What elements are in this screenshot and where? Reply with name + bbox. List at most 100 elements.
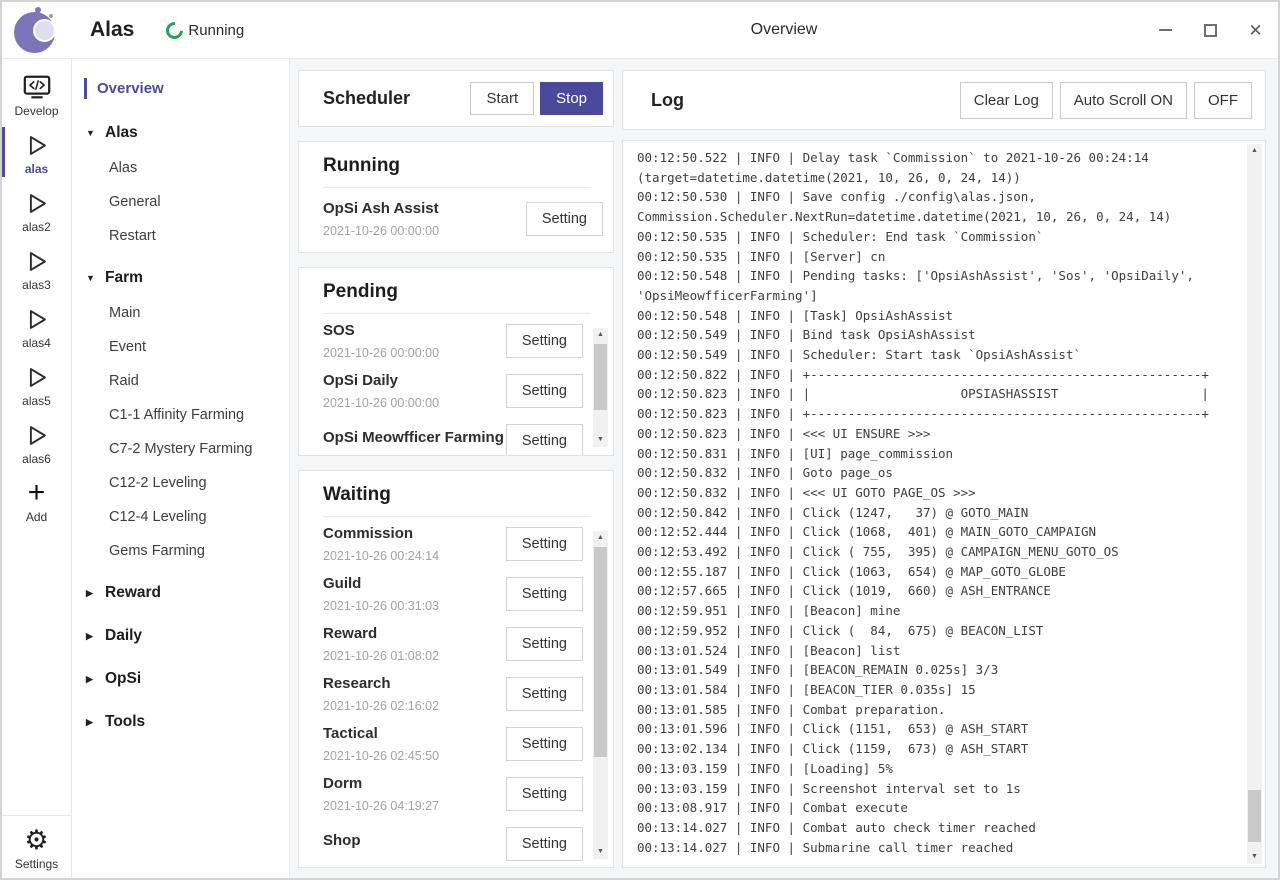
auto-scroll-on-button[interactable]: Auto Scroll ON <box>1060 82 1187 119</box>
log-line: 00:12:50.832 | INFO | Goto page_os <box>637 463 1239 483</box>
scrollbar[interactable]: ▲ ▼ <box>593 531 608 859</box>
nav-item-c12-2-leveling[interactable]: C12-2 Leveling <box>109 475 289 491</box>
waiting-panel: Waiting Commission2021-10-26 00:24:14Set… <box>298 470 614 868</box>
scroll-down-icon[interactable]: ▼ <box>593 433 608 447</box>
nav-item-gems-farming[interactable]: Gems Farming <box>109 543 289 559</box>
log-line: 00:12:50.823 | INFO | <<< UI ENSURE >>> <box>637 424 1239 444</box>
window-controls: ✕ <box>1143 2 1278 58</box>
nav-item-alas[interactable]: Alas <box>109 160 289 176</box>
maximize-button[interactable] <box>1188 2 1233 58</box>
task-name: SOS <box>323 322 439 341</box>
sidebar-item-label: Add <box>26 510 47 524</box>
scrollbar[interactable]: ▲ ▼ <box>593 328 608 447</box>
nav-group-alas[interactable]: ▼Alas <box>86 124 289 142</box>
nav-item-raid[interactable]: Raid <box>109 373 289 389</box>
scrollbar-track[interactable] <box>1247 158 1262 850</box>
log-line: 00:12:52.444 | INFO | Click (1068, 401) … <box>637 522 1239 542</box>
start-button[interactable]: Start <box>470 82 534 115</box>
setting-button[interactable]: Setting <box>506 777 583 811</box>
setting-button[interactable]: Setting <box>506 827 583 861</box>
nav-group-tools[interactable]: ▶Tools <box>86 713 289 731</box>
log-line: 00:12:50.548 | INFO | Pending tasks: ['O… <box>637 266 1239 305</box>
stop-button[interactable]: Stop <box>540 82 603 115</box>
nav-item-main[interactable]: Main <box>109 305 289 321</box>
scroll-up-icon[interactable]: ▲ <box>593 531 608 545</box>
scrollbar-track[interactable] <box>593 545 608 845</box>
chevron-down-icon: ▼ <box>86 128 96 138</box>
sidebar-item-label: alas6 <box>22 452 51 466</box>
task-row: Research2021-10-26 02:16:02Setting <box>323 669 583 719</box>
scroll-up-icon[interactable]: ▲ <box>593 328 608 342</box>
nav-group-label: Tools <box>105 713 145 731</box>
task-next-run-time: 2021-10-26 00:24:14 <box>323 549 439 563</box>
pending-title: Pending <box>323 281 591 314</box>
log-line: 00:13:03.159 | INFO | Screenshot interva… <box>637 779 1239 799</box>
setting-button[interactable]: Setting <box>506 627 583 661</box>
setting-button[interactable]: Setting <box>506 677 583 711</box>
log-line: 00:12:50.535 | INFO | [Server] cn <box>637 247 1239 267</box>
setting-button[interactable]: Setting <box>506 527 583 561</box>
task-name: OpSi Ash Assist <box>323 200 439 219</box>
scrollbar-track[interactable] <box>593 342 608 433</box>
nav-item-event[interactable]: Event <box>109 339 289 355</box>
sidebar-instance-alas3[interactable]: alas3 <box>2 239 71 297</box>
log-line: 00:12:57.665 | INFO | Click (1019, 660) … <box>637 581 1239 601</box>
nav-groups: ▼Alas Alas General Restart ▼Farm Main Event Rai… <box>72 124 289 731</box>
nav-item-overview[interactable]: Overview <box>84 78 289 99</box>
sidebar-item-label: Settings <box>15 857 58 871</box>
add-instance-button[interactable]: + Add <box>2 471 71 529</box>
log-panel: 00:12:50.522 | INFO | Delay task `Commis… <box>622 140 1266 868</box>
sidebar-instance-alas5[interactable]: alas5 <box>2 355 71 413</box>
nav-item-c7-2-mystery-farming[interactable]: C7-2 Mystery Farming <box>109 441 289 457</box>
maximize-icon <box>1204 24 1217 37</box>
titlebar: Alas Running Overview ✕ <box>2 2 1278 59</box>
nav-group-farm[interactable]: ▼Farm <box>86 269 289 287</box>
pending-task-list: SOS2021-10-26 00:00:00SettingOpSi Daily2… <box>323 314 583 455</box>
setting-button[interactable]: Setting <box>506 324 583 358</box>
nav-group-opsi[interactable]: ▶OpSi <box>86 670 289 688</box>
task-name: Research <box>323 675 439 694</box>
sidebar-instance-alas[interactable]: alas <box>2 123 71 181</box>
scheduler-panel: Scheduler Start Stop <box>298 70 614 127</box>
task-row: Commission2021-10-26 00:24:14Setting <box>323 519 583 569</box>
setting-button[interactable]: Setting <box>526 202 603 236</box>
chevron-right-icon: ▶ <box>86 588 96 599</box>
scrollbar-thumb[interactable] <box>594 344 607 410</box>
nav-group-reward[interactable]: ▶Reward <box>86 584 289 602</box>
setting-button[interactable]: Setting <box>506 374 583 408</box>
scrollbar[interactable]: ▲ ▼ <box>1247 144 1262 864</box>
setting-button[interactable]: Setting <box>506 727 583 761</box>
sidebar-instance-alas6[interactable]: alas6 <box>2 413 71 471</box>
sidebar-item-develop[interactable]: Develop <box>2 65 71 123</box>
nav-group-daily[interactable]: ▶Daily <box>86 627 289 645</box>
nav-item-c1-1-affinity-farming[interactable]: C1-1 Affinity Farming <box>109 407 289 423</box>
task-next-run-time: 2021-10-26 01:08:02 <box>323 649 439 663</box>
sidebar-instance-alas4[interactable]: alas4 <box>2 297 71 355</box>
log-line: 00:12:50.535 | INFO | Scheduler: End tas… <box>637 227 1239 247</box>
minimize-button[interactable] <box>1143 2 1188 58</box>
task-row: Dorm2021-10-26 04:19:27Setting <box>323 769 583 819</box>
setting-button[interactable]: Setting <box>506 424 583 455</box>
sidebar-item-settings[interactable]: ⚙ Settings <box>2 815 71 878</box>
nav-item-restart[interactable]: Restart <box>109 228 289 244</box>
scrollbar-thumb[interactable] <box>1248 790 1261 842</box>
scroll-down-icon[interactable]: ▼ <box>593 845 608 859</box>
clear-log-button[interactable]: Clear Log <box>960 82 1053 119</box>
task-row: OpSi Ash Assist2021-10-26 00:00:00Settin… <box>323 190 603 248</box>
code-monitor-icon <box>22 72 52 102</box>
sidebar-instance-alas2[interactable]: alas2 <box>2 181 71 239</box>
nav-item-general[interactable]: General <box>109 194 289 210</box>
nav-item-c12-4-leveling[interactable]: C12-4 Leveling <box>109 509 289 525</box>
auto-scroll-off-button[interactable]: OFF <box>1194 82 1252 119</box>
setting-button[interactable]: Setting <box>506 577 583 611</box>
scheduler-title: Scheduler <box>323 88 470 109</box>
scroll-down-icon[interactable]: ▼ <box>1247 850 1262 864</box>
nav-group-label: Daily <box>105 627 142 645</box>
close-button[interactable]: ✕ <box>1233 2 1278 58</box>
log-line: 00:12:50.823 | INFO | +-----------------… <box>637 404 1239 424</box>
task-name: OpSi Daily <box>323 372 439 391</box>
task-name: Guild <box>323 575 439 594</box>
scrollbar-thumb[interactable] <box>594 547 607 757</box>
task-row: OpSi Meowfficer FarmingSetting <box>323 416 583 455</box>
scroll-up-icon[interactable]: ▲ <box>1247 144 1262 158</box>
